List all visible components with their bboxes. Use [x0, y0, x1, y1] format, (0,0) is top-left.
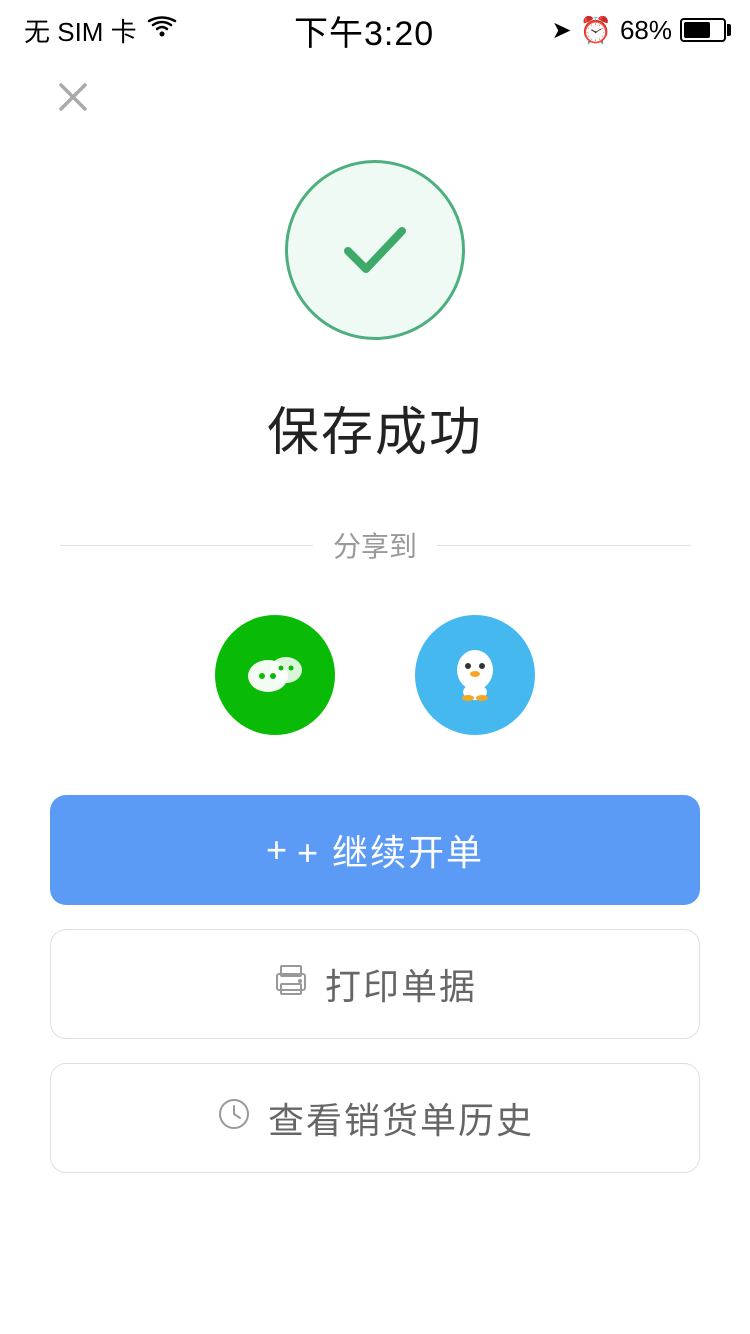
- status-time: 下午3:20: [294, 6, 434, 55]
- sim-text: 无 SIM 卡: [24, 12, 137, 49]
- status-right: ➤ ⏰ 68%: [551, 15, 726, 46]
- close-button[interactable]: [48, 72, 98, 122]
- history-button[interactable]: 查看销货单历史: [50, 1063, 700, 1173]
- alarm-icon: ⏰: [580, 15, 612, 46]
- battery-text: 68%: [620, 15, 672, 46]
- wechat-share-button[interactable]: [215, 615, 335, 735]
- success-circle: [285, 160, 465, 340]
- continue-label: + 继续开单: [297, 824, 484, 876]
- qq-share-button[interactable]: [415, 615, 535, 735]
- print-button[interactable]: 打印单据: [50, 929, 700, 1039]
- continue-button[interactable]: + + 继续开单: [50, 795, 700, 905]
- history-label: 查看销货单历史: [268, 1092, 534, 1144]
- status-left: 无 SIM 卡: [24, 12, 177, 49]
- success-title: 保存成功: [267, 390, 483, 465]
- plus-icon: +: [266, 829, 289, 871]
- share-divider: 分享到: [60, 525, 690, 565]
- success-section: 保存成功 分享到: [0, 60, 750, 1173]
- share-label: 分享到: [333, 525, 417, 565]
- history-icon: [216, 1096, 252, 1141]
- battery-icon: [680, 18, 726, 42]
- status-bar: 无 SIM 卡 下午3:20 ➤ ⏰ 68%: [0, 0, 750, 60]
- location-icon: ➤: [551, 16, 571, 45]
- wifi-icon: [147, 14, 177, 46]
- action-buttons: + + 继续开单 打印单据 查看销货单历史: [0, 795, 750, 1173]
- share-icons: [60, 615, 690, 735]
- print-icon: [273, 962, 309, 1007]
- share-section: 分享到: [0, 525, 750, 735]
- print-label: 打印单据: [325, 958, 477, 1010]
